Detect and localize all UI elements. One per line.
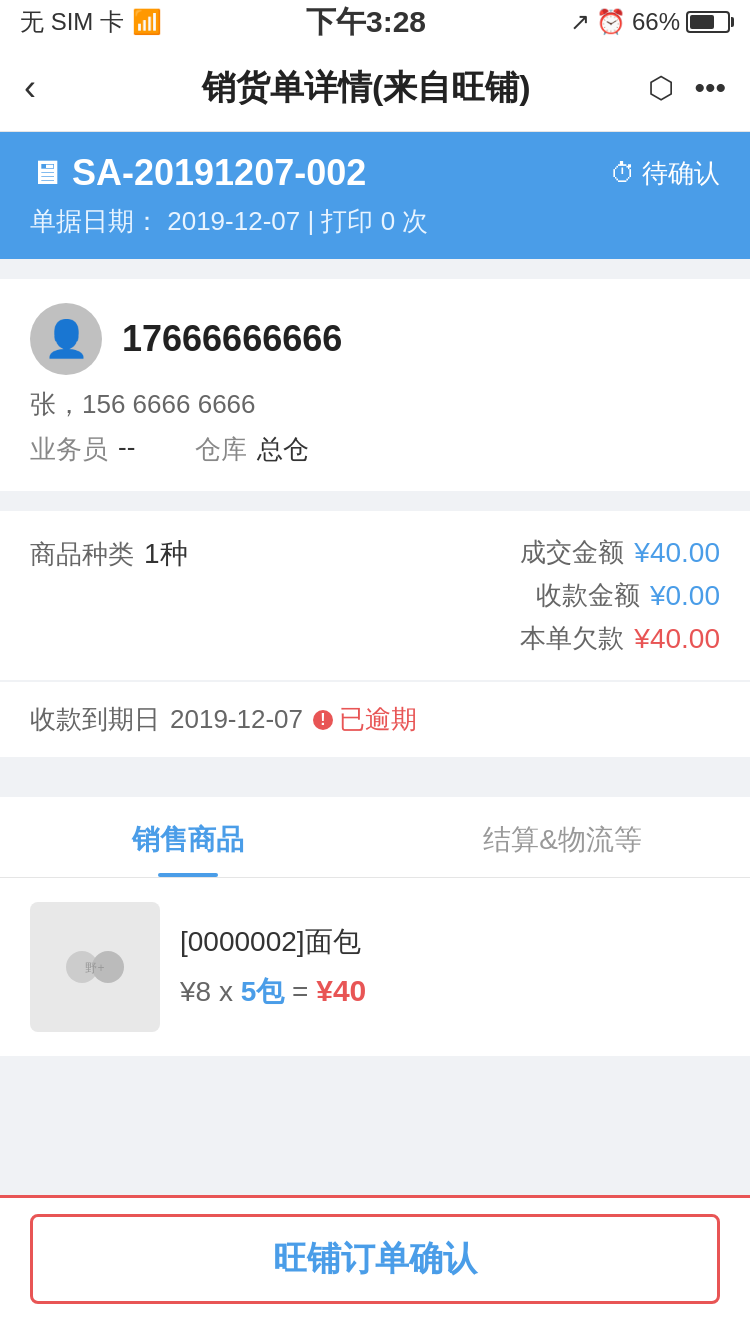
svg-text:野+: 野+ bbox=[85, 961, 104, 975]
divider-2 bbox=[0, 757, 750, 777]
owed-item: 本单欠款 ¥40.00 bbox=[520, 621, 720, 656]
confirm-order-button[interactable]: 旺铺订单确认 bbox=[30, 1214, 720, 1304]
owed-label: 本单欠款 bbox=[520, 621, 624, 656]
product-name: [0000002]面包 bbox=[180, 923, 720, 961]
equals-sign: = bbox=[292, 976, 316, 1007]
print-unit: 次 bbox=[402, 206, 428, 236]
battery-icon bbox=[686, 11, 730, 33]
status-right: ↗ ⏰ 66% bbox=[570, 8, 730, 36]
tab-settlement[interactable]: 结算&物流等 bbox=[375, 797, 750, 877]
product-logo-icon: 野+ bbox=[60, 942, 130, 992]
owed-value: ¥40.00 bbox=[634, 623, 720, 655]
summary-left: 商品种类 1种 bbox=[30, 535, 188, 573]
warehouse-label: 仓库 bbox=[195, 432, 247, 467]
date-label: 单据日期： bbox=[30, 206, 160, 236]
battery-fill bbox=[690, 15, 714, 29]
due-label: 收款到期日 bbox=[30, 702, 160, 737]
salesman-value: -- bbox=[118, 432, 135, 467]
due-section: 收款到期日 2019-12-07 ! 已逾期 bbox=[0, 682, 750, 757]
type-label: 商品种类 bbox=[30, 537, 134, 572]
summary-right: 成交金额 ¥40.00 收款金额 ¥0.00 本单欠款 ¥40.00 bbox=[520, 535, 720, 656]
battery-percent: 66% bbox=[632, 8, 680, 36]
location-icon: ↗ bbox=[570, 8, 590, 36]
page-title: 销货单详情(来自旺铺) bbox=[202, 65, 531, 111]
tab-sales-goods-label: 销售商品 bbox=[132, 824, 244, 855]
order-icon: 🖥 bbox=[30, 155, 62, 192]
product-thumbnail: 野+ bbox=[30, 902, 160, 1032]
multiply-sign: x bbox=[219, 976, 241, 1007]
order-id-text: SA-20191207-002 bbox=[72, 152, 366, 194]
alarm-icon: ⏰ bbox=[596, 8, 626, 36]
print-count: 0 bbox=[381, 206, 395, 236]
received-label: 收款金额 bbox=[536, 578, 640, 613]
tab-sales-goods[interactable]: 销售商品 bbox=[0, 797, 375, 877]
more-button[interactable]: ••• bbox=[694, 71, 726, 105]
warehouse-value: 总仓 bbox=[257, 432, 309, 467]
product-price: ¥8 x 5包 = ¥40 bbox=[180, 973, 720, 1011]
tabs: 销售商品 结算&物流等 bbox=[0, 797, 750, 878]
salesman-item: 业务员 -- bbox=[30, 432, 135, 467]
warehouse-item: 仓库 总仓 bbox=[195, 432, 309, 467]
amount-value: ¥40.00 bbox=[634, 537, 720, 569]
summary-row: 商品种类 1种 成交金额 ¥40.00 收款金额 ¥0.00 本单欠款 ¥40.… bbox=[30, 535, 720, 656]
received-item: 收款金额 ¥0.00 bbox=[536, 578, 720, 613]
customer-meta: 业务员 -- 仓库 总仓 bbox=[30, 432, 720, 467]
print-label: | 打印 bbox=[307, 206, 380, 236]
divider-1 bbox=[0, 491, 750, 511]
type-value: 1种 bbox=[144, 535, 188, 573]
summary-section: 商品种类 1种 成交金额 ¥40.00 收款金额 ¥0.00 本单欠款 ¥40.… bbox=[0, 511, 750, 680]
total-price: ¥40 bbox=[316, 974, 366, 1007]
customer-name: 张，156 6666 6666 bbox=[30, 387, 720, 422]
customer-phone: 17666666666 bbox=[122, 318, 342, 360]
wifi-icon: 📶 bbox=[132, 8, 162, 36]
price-unit: ¥8 bbox=[180, 976, 211, 1007]
share-button[interactable]: ⬡ bbox=[648, 70, 674, 105]
overdue-badge: ! 已逾期 bbox=[313, 702, 417, 737]
amount-label: 成交金额 bbox=[520, 535, 624, 570]
customer-top: 👤 17666666666 bbox=[30, 303, 720, 375]
salesman-label: 业务员 bbox=[30, 432, 108, 467]
date-value: 2019-12-07 bbox=[167, 206, 300, 236]
customer-section: 👤 17666666666 张，156 6666 6666 业务员 -- 仓库 … bbox=[0, 279, 750, 491]
quantity-value: 5包 bbox=[241, 976, 285, 1007]
overdue-label: 已逾期 bbox=[339, 702, 417, 737]
status-label: 待确认 bbox=[642, 156, 720, 191]
product-details: [0000002]面包 ¥8 x 5包 = ¥40 bbox=[180, 923, 720, 1011]
received-value: ¥0.00 bbox=[650, 580, 720, 612]
order-header: 🖥 SA-20191207-002 ⏱ 待确认 单据日期： 2019-12-07… bbox=[0, 132, 750, 259]
order-date: 单据日期： 2019-12-07 | 打印 0 次 bbox=[30, 204, 720, 239]
order-status: ⏱ 待确认 bbox=[610, 156, 720, 191]
avatar: 👤 bbox=[30, 303, 102, 375]
carrier-label: 无 SIM 卡 bbox=[20, 6, 124, 38]
status-clock-icon: ⏱ bbox=[610, 158, 636, 189]
confirm-btn-wrapper: 旺铺订单确认 bbox=[0, 1195, 750, 1334]
nav-bar: ‹ 销货单详情(来自旺铺) ⬡ ••• bbox=[0, 44, 750, 132]
order-id: 🖥 SA-20191207-002 bbox=[30, 152, 366, 194]
tab-settlement-label: 结算&物流等 bbox=[483, 824, 642, 855]
product-item: 野+ [0000002]面包 ¥8 x 5包 = ¥40 bbox=[0, 878, 750, 1056]
time-label: 下午3:28 bbox=[306, 2, 426, 43]
nav-actions: ⬡ ••• bbox=[648, 70, 726, 105]
order-header-top: 🖥 SA-20191207-002 ⏱ 待确认 bbox=[30, 152, 720, 194]
due-date: 2019-12-07 bbox=[170, 704, 303, 735]
overdue-icon: ! bbox=[313, 710, 333, 730]
tab-section: 销售商品 结算&物流等 野+ [0000002]面包 ¥8 x 5包 = ¥40 bbox=[0, 797, 750, 1056]
amount-item: 成交金额 ¥40.00 bbox=[520, 535, 720, 570]
back-button[interactable]: ‹ bbox=[24, 67, 84, 109]
status-bar: 无 SIM 卡 📶 下午3:28 ↗ ⏰ 66% bbox=[0, 0, 750, 44]
status-left: 无 SIM 卡 📶 bbox=[20, 6, 162, 38]
